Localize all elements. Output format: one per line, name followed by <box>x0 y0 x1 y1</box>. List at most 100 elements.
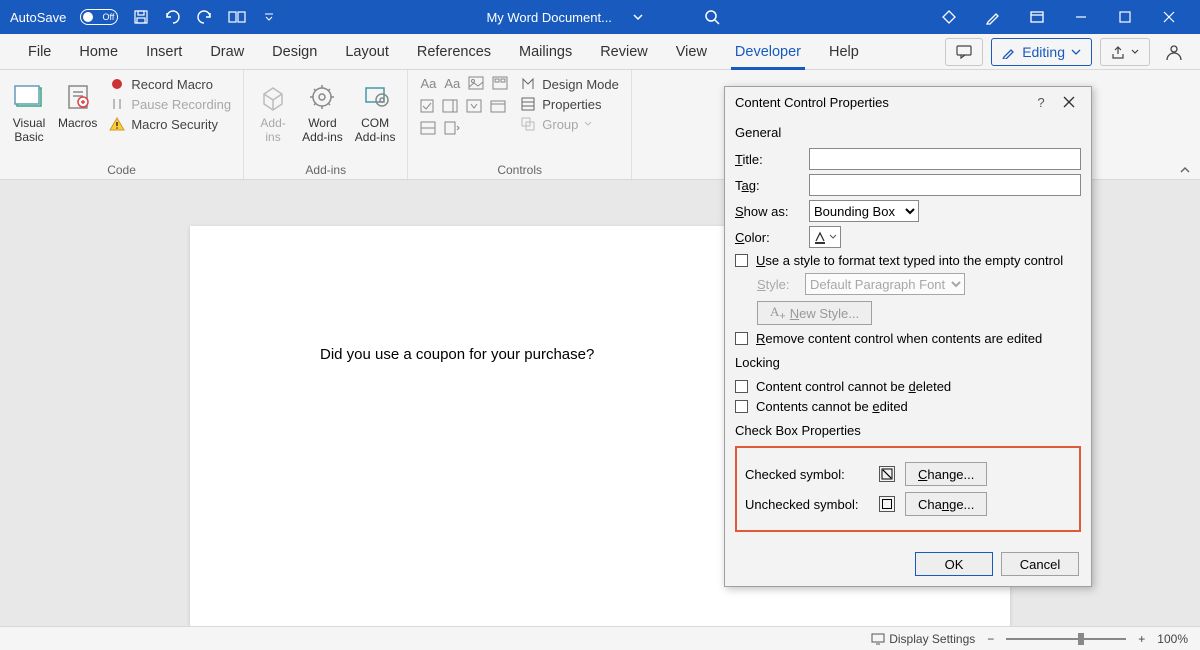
tab-file[interactable]: File <box>14 34 65 70</box>
zoom-out-icon[interactable]: − <box>987 632 994 646</box>
quick-access-toolbar: AutoSave Off <box>0 8 288 26</box>
combobox-control-icon[interactable] <box>442 99 458 113</box>
tab-insert[interactable]: Insert <box>132 34 196 70</box>
macro-security-button[interactable]: Macro Security <box>109 116 231 132</box>
diamond-icon[interactable] <box>932 1 966 33</box>
label-use-style: Use a style to format text typed into th… <box>756 253 1063 268</box>
group-code: Visual Basic Macros Record Macro Pause R… <box>0 70 244 179</box>
checkbox-cannot-edit[interactable]: Contents cannot be edited <box>735 399 1081 414</box>
ribbon-tabs: File Home Insert Draw Design Layout Refe… <box>0 34 1200 70</box>
account-icon[interactable] <box>1158 42 1190 62</box>
color-picker[interactable] <box>809 226 841 248</box>
checkbox-remove-on-edit[interactable]: Remove content control when contents are… <box>735 331 1081 346</box>
qat-more-icon[interactable] <box>228 8 246 26</box>
input-title[interactable] <box>809 148 1081 170</box>
section-locking: Locking <box>735 351 1081 374</box>
picture-control-icon[interactable] <box>468 76 484 91</box>
new-style-button: A+ New Style... <box>757 301 872 325</box>
group-label-code: Code <box>12 159 231 179</box>
word-addins-button[interactable]: Word Add-ins <box>302 76 343 144</box>
tab-home[interactable]: Home <box>65 34 132 70</box>
autosave-toggle[interactable]: Off <box>80 9 118 25</box>
pen-icon[interactable] <box>976 1 1010 33</box>
addins-button: Add- ins <box>256 76 290 144</box>
ribbon-mode-icon[interactable] <box>1020 1 1054 33</box>
status-bar: Display Settings − + 100% <box>0 626 1200 650</box>
redo-icon[interactable] <box>196 8 214 26</box>
label-style: Style: <box>757 277 795 292</box>
label-checked-symbol: Checked symbol: <box>745 467 869 482</box>
minimize-icon[interactable] <box>1064 1 1098 33</box>
collapse-ribbon-icon[interactable] <box>1178 165 1192 175</box>
group-icon <box>520 116 536 132</box>
display-settings-button[interactable]: Display Settings <box>871 632 975 646</box>
record-macro-button[interactable]: Record Macro <box>109 76 231 92</box>
tab-view[interactable]: View <box>662 34 721 70</box>
undo-icon[interactable] <box>164 8 182 26</box>
change-unchecked-button[interactable]: Change... <box>905 492 987 516</box>
search-icon[interactable] <box>704 9 720 25</box>
editing-mode-button[interactable]: Editing <box>991 38 1092 66</box>
tab-draw[interactable]: Draw <box>196 34 258 70</box>
maximize-icon[interactable] <box>1108 1 1142 33</box>
share-button[interactable] <box>1100 38 1150 66</box>
comments-button[interactable] <box>945 38 983 66</box>
checked-symbol-preview <box>879 466 895 482</box>
addins-icon <box>256 80 290 114</box>
properties-icon <box>520 96 536 112</box>
design-mode-button[interactable]: Design Mode <box>520 76 619 92</box>
qat-dropdown-icon[interactable] <box>260 8 278 26</box>
title-bar: AutoSave Off My Word Document... <box>0 0 1200 34</box>
change-checked-button[interactable]: Change... <box>905 462 987 486</box>
tab-design[interactable]: Design <box>258 34 331 70</box>
section-checkbox-props: Check Box Properties <box>735 419 1081 442</box>
group-addins: Add- ins Word Add-ins COM Add-ins Add-in… <box>244 70 408 179</box>
cancel-button[interactable]: Cancel <box>1001 552 1079 576</box>
tab-help[interactable]: Help <box>815 34 873 70</box>
repeating-control-icon[interactable] <box>420 121 436 135</box>
tab-layout[interactable]: Layout <box>331 34 403 70</box>
com-addins-icon <box>358 80 392 114</box>
tab-references[interactable]: References <box>403 34 505 70</box>
zoom-level[interactable]: 100% <box>1157 632 1188 646</box>
macros-button[interactable]: Macros <box>58 76 97 130</box>
checkbox-use-style[interactable]: Use a style to format text typed into th… <box>735 253 1081 268</box>
group-label-addins: Add-ins <box>256 159 395 179</box>
label-title: Title: <box>735 152 799 167</box>
autosave-label: AutoSave <box>10 10 66 25</box>
buildingblock-control-icon[interactable] <box>492 76 508 91</box>
close-icon[interactable] <box>1152 1 1186 33</box>
input-tag[interactable] <box>809 174 1081 196</box>
ok-button[interactable]: OK <box>915 552 993 576</box>
dropdown-control-icon[interactable] <box>466 99 482 113</box>
select-show-as[interactable]: Bounding Box <box>809 200 919 222</box>
richtext-control-icon[interactable]: Aa <box>420 76 436 91</box>
group-controls: Aa Aa Design <box>408 70 631 179</box>
checkbox-control-icon[interactable] <box>420 99 434 113</box>
group-label-controls: Controls <box>420 159 618 179</box>
title-dropdown-icon[interactable] <box>632 13 644 21</box>
plaintext-control-icon[interactable]: Aa <box>444 76 460 91</box>
warning-icon <box>109 116 125 132</box>
save-icon[interactable] <box>132 8 150 26</box>
datepicker-control-icon[interactable] <box>490 99 506 113</box>
zoom-in-icon[interactable]: + <box>1138 632 1145 646</box>
tab-developer[interactable]: Developer <box>721 34 815 70</box>
label-show-as: Show as: <box>735 204 799 219</box>
select-style: Default Paragraph Font <box>805 273 965 295</box>
dialog-close-icon[interactable] <box>1055 90 1083 114</box>
document-title[interactable]: My Word Document... <box>486 10 611 25</box>
tab-review[interactable]: Review <box>586 34 662 70</box>
dialog-help-icon[interactable]: ? <box>1027 90 1055 114</box>
visual-basic-icon <box>12 80 46 114</box>
zoom-slider[interactable] <box>1006 638 1126 640</box>
com-addins-button[interactable]: COM Add-ins <box>355 76 396 144</box>
properties-button[interactable]: Properties <box>520 96 619 112</box>
pause-icon <box>109 96 125 112</box>
visual-basic-button[interactable]: Visual Basic <box>12 76 46 144</box>
record-macro-icon <box>109 76 125 92</box>
legacy-tools-icon[interactable] <box>444 121 460 135</box>
label-color: Color: <box>735 230 799 245</box>
tab-mailings[interactable]: Mailings <box>505 34 586 70</box>
checkbox-cannot-delete[interactable]: Content control cannot be deleted <box>735 379 1081 394</box>
